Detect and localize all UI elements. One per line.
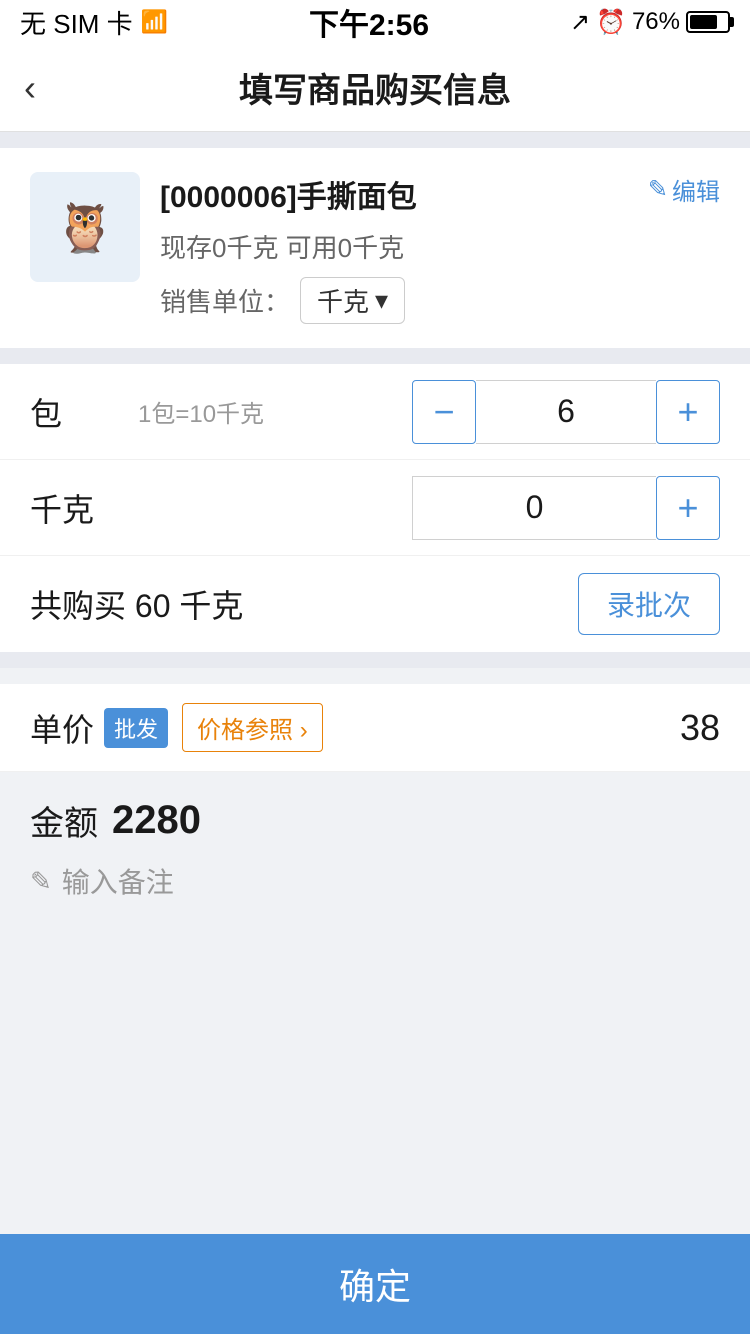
bao-hint: 1包=10千克: [138, 394, 264, 429]
bao-plus-button[interactable]: +: [656, 380, 720, 444]
price-section: 单价 批发 价格参照 › 38: [0, 684, 750, 772]
battery-bar: [686, 11, 730, 33]
confirm-label: 确定: [339, 1258, 411, 1310]
price-value: 38: [680, 707, 720, 749]
bao-minus-button[interactable]: −: [412, 380, 476, 444]
product-unit-row: 销售单位： 千克 ▾: [160, 277, 720, 324]
status-bar: 无 SIM 卡 📶 下午2:56 ↗ ⏰ 76%: [0, 0, 750, 44]
product-stock: 现存0千克 可用0千克: [160, 228, 720, 265]
product-card: 🦉 [0000006]手撕面包 ✎ 编辑 现存0千克 可用0千克 销售单位： 千…: [0, 148, 750, 348]
kg-label: 千克: [30, 485, 130, 531]
back-button[interactable]: ‹: [24, 67, 36, 109]
product-name: [0000006]手撕面包: [160, 172, 417, 216]
status-right: ↗ ⏰ 76%: [570, 8, 730, 37]
remark-row[interactable]: ✎ 输入备注: [30, 861, 720, 901]
edit-label: 编辑: [672, 172, 720, 207]
page-title: 填写商品购买信息: [239, 63, 511, 112]
pencil-icon: ✎: [30, 866, 52, 897]
unit-value: 千克: [317, 282, 369, 319]
batch-button[interactable]: 录批次: [578, 573, 720, 635]
kg-plus-button[interactable]: +: [656, 476, 720, 540]
battery-percent: 76%: [632, 8, 680, 36]
wifi-icon: 📶: [141, 9, 168, 35]
location-icon: ↗: [570, 8, 590, 37]
amount-section: 金额 2280 ✎ 输入备注: [0, 772, 750, 911]
price-label: 单价: [30, 705, 94, 751]
edit-icon: ✎: [648, 175, 668, 204]
unit-select[interactable]: 千克 ▾: [300, 277, 405, 324]
summary-row: 共购买 60 千克 录批次: [0, 556, 750, 652]
amount-row: 金额 2280: [30, 796, 720, 845]
price-row: 单价 批发 价格参照 › 38: [0, 684, 750, 772]
confirm-button[interactable]: 确定: [0, 1234, 750, 1334]
nav-bar: ‹ 填写商品购买信息: [0, 44, 750, 132]
bao-input[interactable]: [476, 380, 656, 444]
price-ref-button[interactable]: 价格参照 ›: [182, 703, 323, 752]
bao-controls: − +: [412, 380, 720, 444]
section-divider-3: [0, 652, 750, 668]
chevron-down-icon: ▾: [375, 285, 388, 316]
price-tag: 批发: [104, 708, 168, 748]
section-divider-1: [0, 132, 750, 148]
amount-value: 2280: [112, 798, 201, 843]
unit-label: 销售单位：: [160, 282, 290, 319]
section-divider-2: [0, 348, 750, 364]
product-info: [0000006]手撕面包 ✎ 编辑 现存0千克 可用0千克 销售单位： 千克 …: [160, 172, 720, 324]
bao-label: 包: [30, 389, 130, 435]
remark-placeholder[interactable]: 输入备注: [62, 861, 174, 901]
content-spacer: [0, 911, 750, 1234]
summary-text: 共购买 60 千克: [30, 581, 243, 627]
product-logo-icon: 🦉: [55, 199, 115, 256]
product-thumbnail: 🦉: [30, 172, 140, 282]
battery-fill: [690, 15, 717, 29]
status-left: 无 SIM 卡 📶: [20, 4, 168, 41]
edit-button[interactable]: ✎ 编辑: [648, 172, 720, 207]
amount-label: 金额: [30, 796, 98, 845]
kg-controls: +: [412, 476, 720, 540]
kg-input[interactable]: [412, 476, 656, 540]
alarm-icon: ⏰: [596, 8, 626, 37]
time-display: 下午2:56: [309, 0, 429, 44]
product-name-row: [0000006]手撕面包 ✎ 编辑: [160, 172, 720, 216]
form-section: 包 1包=10千克 − + 千克 +: [0, 364, 750, 556]
carrier-text: 无 SIM 卡: [20, 4, 133, 41]
kg-row: 千克 +: [0, 460, 750, 556]
bao-row: 包 1包=10千克 − +: [0, 364, 750, 460]
